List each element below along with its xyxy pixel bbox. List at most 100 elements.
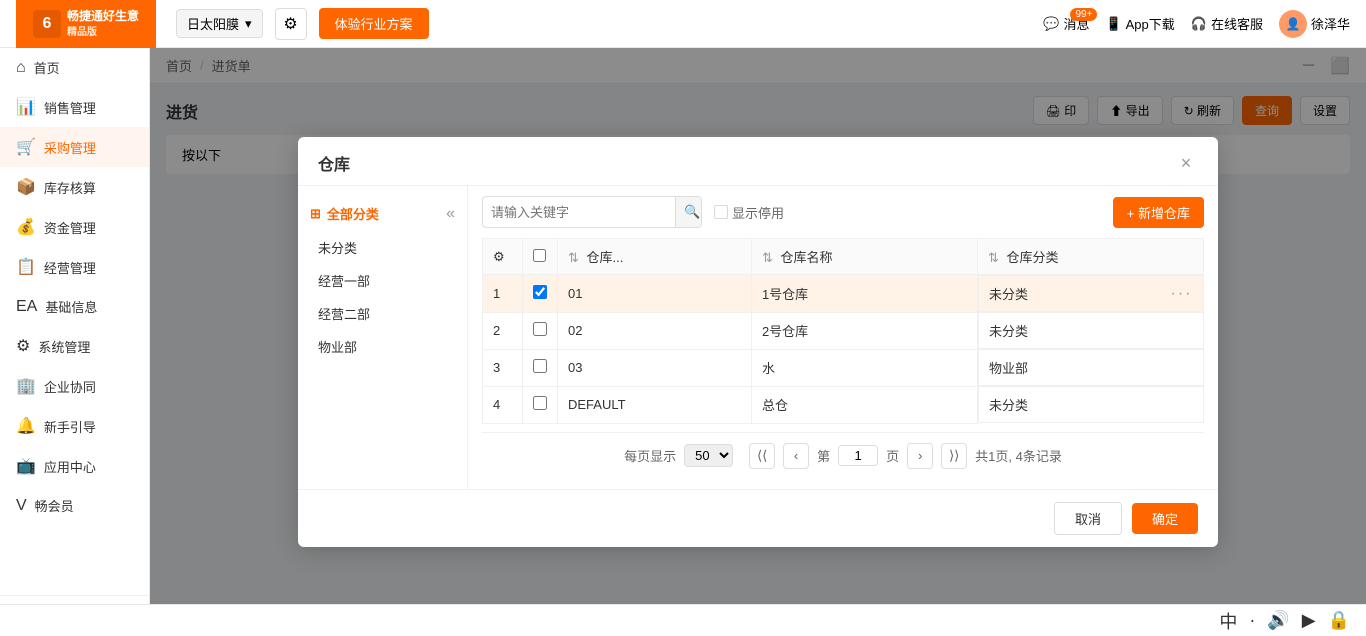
search-input[interactable] [483,200,675,225]
select-all-checkbox[interactable] [533,249,546,262]
sidebar-item-home[interactable]: ⌂ 首页 [0,48,149,87]
store-selector[interactable]: 日太阳膜 ▾ [176,9,263,38]
category-all-button[interactable]: ⊞ 全部分类 [310,204,379,223]
table-row[interactable]: 4 DEFAULT 总仓 未分类 [483,386,1204,423]
lock-icon[interactable]: 🔒 [1328,610,1350,631]
page-last-button[interactable]: ⟩⟩ [941,443,967,469]
row-checkbox[interactable] [533,396,547,410]
system-icon: ⚙ [16,336,30,356]
sidebar-label-system: 系统管理 [38,337,90,356]
table-toolbar: 🔍 显示停用 + 新增仓库 [482,196,1204,228]
sidebar-item-inventory[interactable]: 📦 库存核算 [0,167,149,207]
chinese-input-icon[interactable]: 中 [1219,608,1237,634]
trial-button[interactable]: 体验行业方案 [319,8,429,39]
sidebar-item-finance[interactable]: 💰 资金管理 [0,207,149,247]
sidebar-item-operations[interactable]: 📋 经营管理 [0,247,149,287]
sidebar-item-purchase[interactable]: 🛒 采购管理 [0,127,149,167]
sidebar-item-basic[interactable]: EA 基础信息 [0,287,149,326]
search-button[interactable]: 🔍 [675,197,702,227]
collapse-button[interactable]: « [446,205,455,223]
cell-name: 2号仓库 [751,312,977,349]
sort-code-icon: ⇅ [568,250,579,265]
add-warehouse-button[interactable]: + 新增仓库 [1113,197,1204,228]
settings-button[interactable]: ⚙ [275,8,307,40]
show-disabled-label[interactable]: 显示停用 [714,203,784,222]
modal-title: 仓库 [318,151,350,175]
sidebar-item-member[interactable]: V 畅会员 [0,486,149,525]
th-code: ⇅ 仓库... [558,239,752,275]
confirm-button[interactable]: 确定 [1132,503,1198,534]
page-number-input[interactable] [838,445,878,466]
app-download-button[interactable]: 📱 App下载 [1105,14,1174,33]
sidebar-item-enterprise[interactable]: 🏢 企业协同 [0,366,149,406]
operations-icon: 📋 [16,257,36,277]
guide-icon: 🔔 [16,416,36,436]
cell-code: 01 [558,275,752,313]
cell-category: 未分类 [978,312,1204,349]
table-body: 1 01 1号仓库 未分类 ··· 2 02 2号仓库 未分类 3 03 水 物… [483,275,1204,424]
message-icon: 💬 [1043,16,1059,32]
cell-name: 总仓 [751,386,977,423]
apps-icon: 📺 [16,456,36,476]
brand-logo: 6 畅捷通好生意 精品版 [16,0,156,48]
show-disabled-checkbox[interactable] [714,205,728,219]
notification-badge: 99+ [1070,8,1097,21]
table-row[interactable]: 3 03 水 物业部 [483,349,1204,386]
cell-name: 1号仓库 [751,275,977,313]
sidebar-label-member: 畅会员 [35,496,74,515]
page-first-button[interactable]: ⟨⟨ [749,443,775,469]
category-item-未分类[interactable]: 未分类 [298,231,467,264]
play-icon[interactable]: ▶ [1302,610,1316,631]
sort-name-icon: ⇅ [762,250,773,265]
category-item-经营一部[interactable]: 经营一部 [298,264,467,297]
page-size-select[interactable]: 50 [684,444,733,467]
page-label: 第 [817,446,830,465]
th-checkbox [523,239,558,275]
sidebar-item-guide[interactable]: 🔔 新手引导 [0,406,149,446]
action-menu[interactable]: ··· [1171,285,1193,303]
modal-header: 仓库 × [298,137,1218,186]
row-checkbox[interactable] [533,285,547,299]
online-service-button[interactable]: 🎧 在线客服 [1191,14,1263,33]
chevron-down-icon: ▾ [245,16,252,32]
sidebar-label-home: 首页 [34,58,60,77]
category-all-label: 全部分类 [327,204,379,223]
modal-close-button[interactable]: × [1174,151,1198,175]
page-next-button[interactable]: › [907,443,933,469]
sort-category-icon: ⇅ [988,250,999,265]
table-row[interactable]: 2 02 2号仓库 未分类 [483,312,1204,349]
search-box: 🔍 [482,196,702,228]
cell-code: DEFAULT [558,386,752,423]
bottom-bar: 中 · 🔊 ▶ 🔒 [0,604,1366,636]
notification-button[interactable]: 💬 消息 99+ [1043,14,1089,33]
user-menu[interactable]: 👤 徐泽华 [1279,10,1350,38]
brand-icon: 6 [33,10,61,38]
page-prev-button[interactable]: ‹ [783,443,809,469]
app-layout: ⌂ 首页 📊 销售管理 🛒 采购管理 📦 库存核算 💰 资金管理 📋 经营管理 … [0,48,1366,636]
headset-icon: 🎧 [1191,16,1207,32]
cell-category: 物业部 [978,349,1204,386]
category-item-物业部[interactable]: 物业部 [298,330,467,363]
table-panel: 🔍 显示停用 + 新增仓库 [468,186,1218,489]
table-head: ⚙ ⇅ 仓库... [483,239,1204,275]
modal-footer: 取消 确定 [298,489,1218,547]
cell-code: 02 [558,312,752,349]
sidebar-item-system[interactable]: ⚙ 系统管理 [0,326,149,366]
category-item-经营二部[interactable]: 经营二部 [298,297,467,330]
cell-check [523,275,558,313]
home-icon: ⌂ [16,59,26,77]
sidebar-item-sales[interactable]: 📊 销售管理 [0,87,149,127]
total-label: 共1页, 4条记录 [975,446,1062,465]
sidebar-label-inventory: 库存核算 [44,178,96,197]
cell-category: 未分类 ··· [978,275,1204,312]
header-right: 💬 消息 99+ 📱 App下载 🎧 在线客服 👤 徐泽华 [1043,10,1350,38]
category-header: ⊞ 全部分类 « [298,198,467,231]
sidebar-item-apps[interactable]: 📺 应用中心 [0,446,149,486]
row-checkbox[interactable] [533,359,547,373]
row-checkbox[interactable] [533,322,547,336]
cancel-button[interactable]: 取消 [1054,502,1122,535]
header-center: 日太阳膜 ▾ ⚙ 体验行业方案 [156,8,1043,40]
cell-check [523,349,558,386]
table-row[interactable]: 1 01 1号仓库 未分类 ··· [483,275,1204,313]
volume-icon[interactable]: 🔊 [1267,610,1289,631]
